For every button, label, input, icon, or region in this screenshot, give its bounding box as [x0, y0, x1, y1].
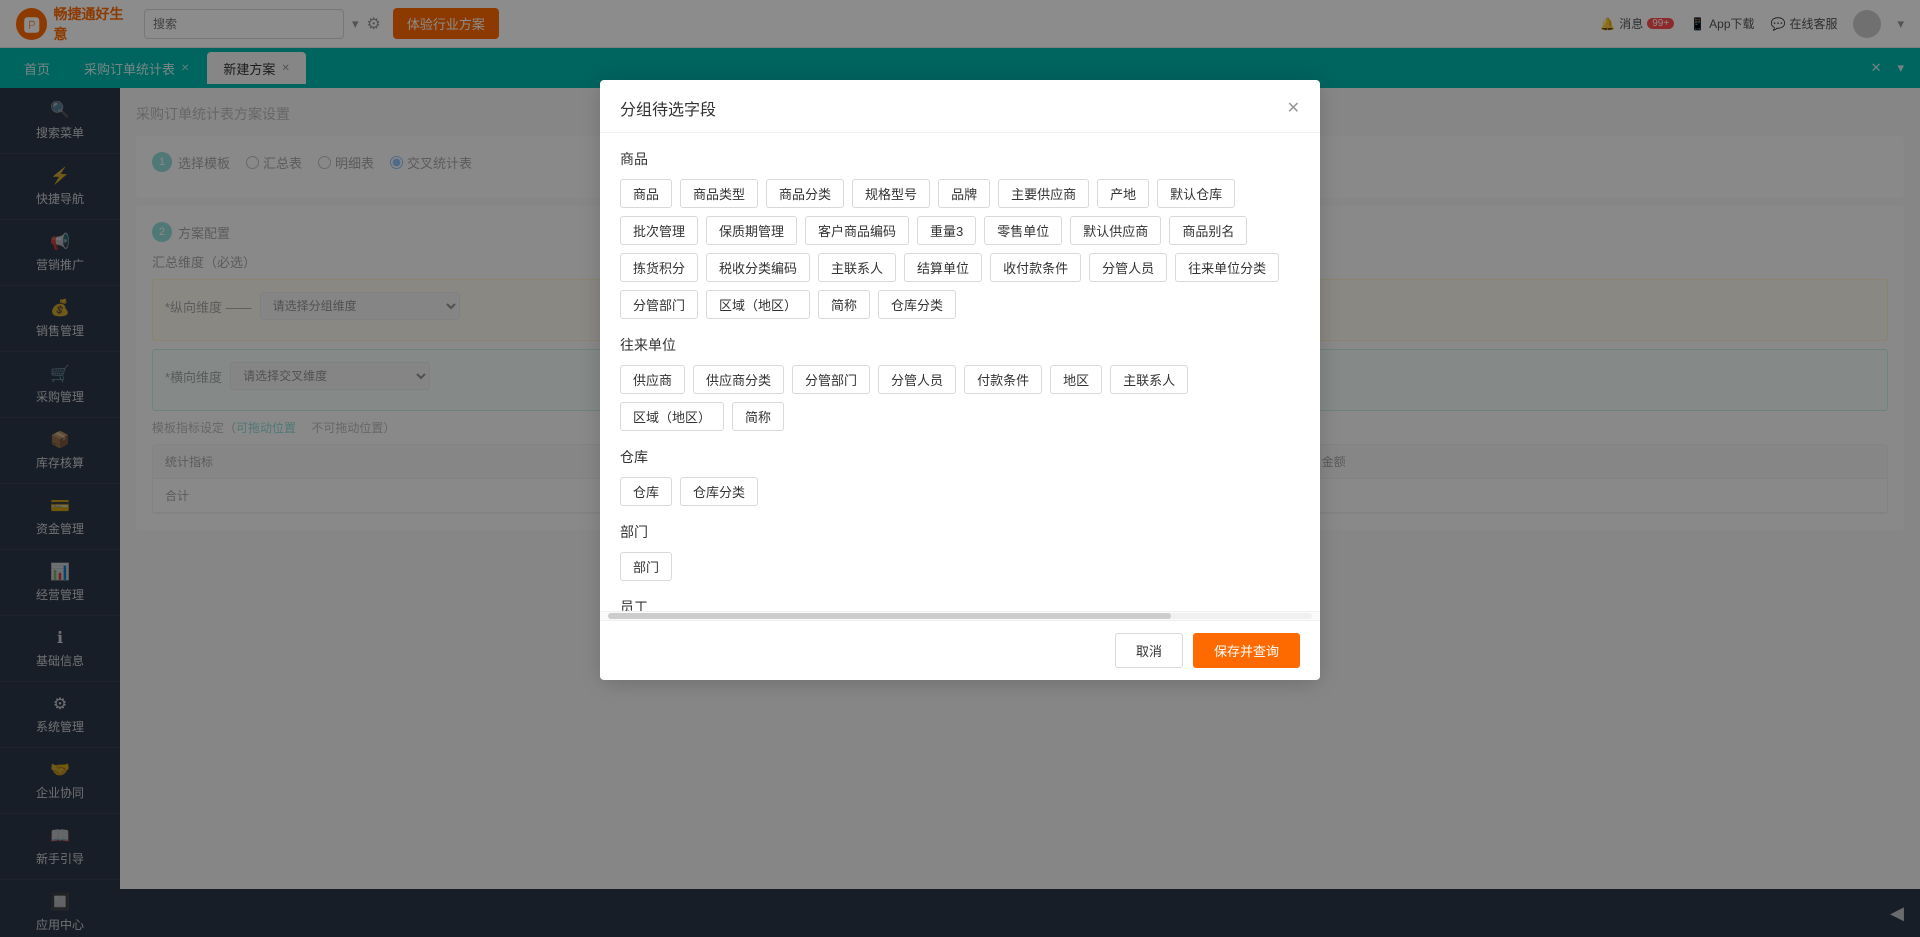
modal-overlay: 分组待选字段 ✕ 商品 商品 商品类型 商品分类 规格型号 品牌 主要供应商 产… [0, 0, 1920, 937]
chip-supplier[interactable]: 供应商 [620, 365, 685, 394]
group-title-dept: 部门 [620, 522, 1300, 542]
chip-warehouse-category[interactable]: 仓库分类 [878, 290, 956, 319]
chip-warehouse-cat[interactable]: 仓库分类 [680, 477, 758, 506]
chip-main-supplier[interactable]: 主要供应商 [998, 179, 1089, 208]
chip-region[interactable]: 区域（地区） [706, 290, 810, 319]
chip-default-warehouse[interactable]: 默认仓库 [1157, 179, 1235, 208]
hscroll-track [608, 613, 1312, 619]
chip-batch-mgmt[interactable]: 批次管理 [620, 216, 698, 245]
group-title-employee: 员工 [620, 597, 1300, 611]
chip-retail-unit[interactable]: 零售单位 [984, 216, 1062, 245]
cancel-button[interactable]: 取消 [1115, 633, 1183, 668]
chip-customer-sku[interactable]: 客户商品编码 [805, 216, 909, 245]
hscroll-thumb [608, 613, 1171, 619]
field-group-warehouse: 仓库 仓库 仓库分类 [620, 447, 1300, 506]
chip-payment-condition[interactable]: 付款条件 [964, 365, 1042, 394]
chip-short-name[interactable]: 简称 [818, 290, 870, 319]
chip-default-supplier[interactable]: 默认供应商 [1070, 216, 1161, 245]
field-group-dept: 部门 部门 [620, 522, 1300, 581]
group-title-product: 商品 [620, 149, 1300, 169]
chip-partner-dept[interactable]: 分管部门 [792, 365, 870, 394]
modal-hscroll[interactable] [600, 611, 1320, 620]
modal-header: 分组待选字段 ✕ [600, 80, 1320, 133]
chip-partner-short-name[interactable]: 简称 [732, 402, 784, 431]
save-query-button[interactable]: 保存并查询 [1193, 633, 1300, 668]
chip-product-category[interactable]: 商品分类 [766, 179, 844, 208]
field-group-partner: 往来单位 供应商 供应商分类 分管部门 分管人员 付款条件 地区 主联系人 区域… [620, 335, 1300, 431]
chip-spec-type[interactable]: 规格型号 [852, 179, 930, 208]
field-group-employee: 员工 业务员 [620, 597, 1300, 611]
modal-body[interactable]: 商品 商品 商品类型 商品分类 规格型号 品牌 主要供应商 产地 默认仓库 批次… [600, 133, 1320, 611]
chip-brand[interactable]: 品牌 [938, 179, 990, 208]
chip-partner-category[interactable]: 往来单位分类 [1175, 253, 1279, 282]
chip-dept[interactable]: 部门 [620, 552, 672, 581]
chip-payment-terms[interactable]: 收付款条件 [990, 253, 1081, 282]
group-title-warehouse: 仓库 [620, 447, 1300, 467]
chip-main-contact[interactable]: 主联系人 [818, 253, 896, 282]
chip-partner-region[interactable]: 区域（地区） [620, 402, 724, 431]
field-group-product: 商品 商品 商品类型 商品分类 规格型号 品牌 主要供应商 产地 默认仓库 批次… [620, 149, 1300, 319]
chip-area[interactable]: 地区 [1050, 365, 1102, 394]
modal: 分组待选字段 ✕ 商品 商品 商品类型 商品分类 规格型号 品牌 主要供应商 产… [600, 80, 1320, 680]
modal-title: 分组待选字段 [620, 96, 716, 120]
chip-product-alias[interactable]: 商品别名 [1169, 216, 1247, 245]
chip-shelf-life[interactable]: 保质期管理 [706, 216, 797, 245]
dept-chips: 部门 [620, 552, 1300, 581]
chip-weight3[interactable]: 重量3 [917, 216, 976, 245]
chip-product[interactable]: 商品 [620, 179, 672, 208]
chip-supervisor[interactable]: 分管人员 [1089, 253, 1167, 282]
modal-close-button[interactable]: ✕ [1287, 98, 1300, 118]
chip-supplier-category[interactable]: 供应商分类 [693, 365, 784, 394]
partner-chips: 供应商 供应商分类 分管部门 分管人员 付款条件 地区 主联系人 区域（地区） … [620, 365, 1300, 431]
chip-settlement-unit[interactable]: 结算单位 [904, 253, 982, 282]
modal-footer: 取消 保存并查询 [600, 620, 1320, 680]
product-chips: 商品 商品类型 商品分类 规格型号 品牌 主要供应商 产地 默认仓库 批次管理 … [620, 179, 1300, 319]
chip-origin[interactable]: 产地 [1097, 179, 1149, 208]
chip-tax-code[interactable]: 税收分类编码 [706, 253, 810, 282]
chip-pick-points[interactable]: 拣货积分 [620, 253, 698, 282]
chip-dept-in-charge[interactable]: 分管部门 [620, 290, 698, 319]
chip-partner-main-contact[interactable]: 主联系人 [1110, 365, 1188, 394]
warehouse-chips: 仓库 仓库分类 [620, 477, 1300, 506]
group-title-partner: 往来单位 [620, 335, 1300, 355]
chip-partner-supervisor[interactable]: 分管人员 [878, 365, 956, 394]
chip-warehouse[interactable]: 仓库 [620, 477, 672, 506]
chip-product-type[interactable]: 商品类型 [680, 179, 758, 208]
